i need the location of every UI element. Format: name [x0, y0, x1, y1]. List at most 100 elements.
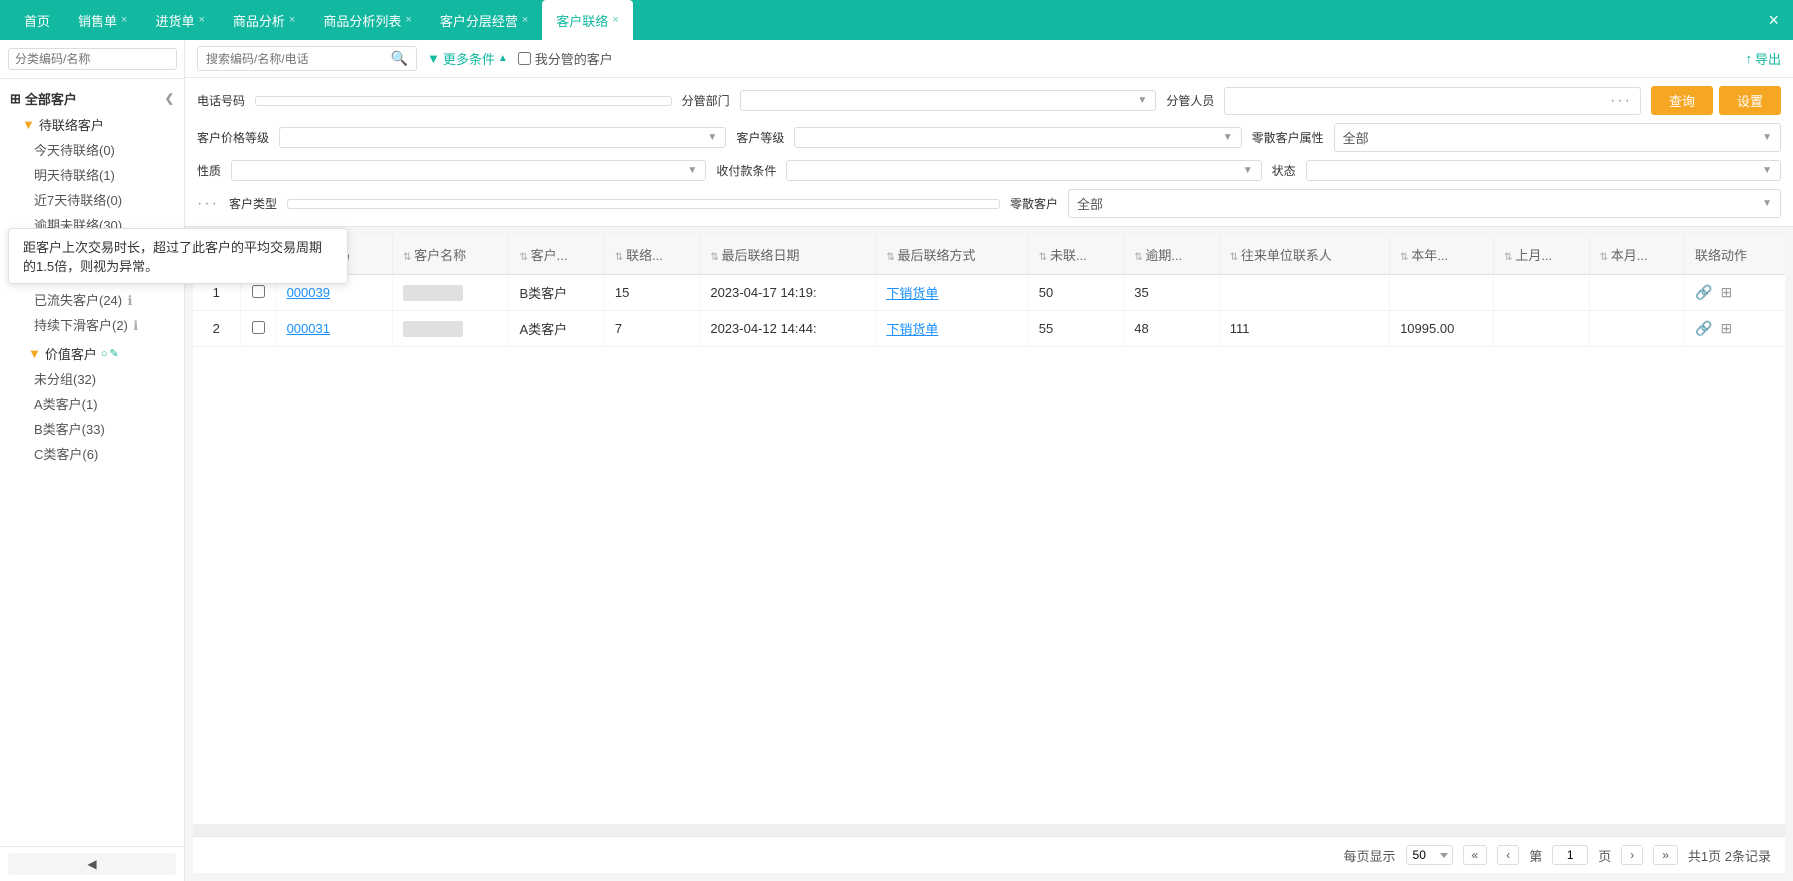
row-2-grid-icon[interactable]: ⊞	[1720, 320, 1732, 337]
filter-row-2: 客户价格等级 ▼ 客户等级 ▼ 零散客户属性 全部 ▼	[197, 123, 1781, 152]
last-page-button[interactable]: »	[1653, 845, 1678, 865]
row-1-name[interactable]	[393, 275, 509, 311]
th-last-contact-method[interactable]: 最后联络方式	[876, 235, 1028, 275]
export-button[interactable]: ↑ 导出	[1745, 49, 1781, 68]
row-2-name[interactable]	[393, 311, 509, 347]
gender-select[interactable]: ▼	[231, 160, 706, 181]
price-level-select[interactable]: ▼	[279, 127, 726, 148]
edit-value-icon[interactable]: ○	[101, 348, 108, 360]
sidebar-item-c-class[interactable]: C类客户(6)	[14, 441, 184, 466]
table-header-row: ⚙ 客户编码 客户名称 客户...	[193, 235, 1785, 275]
nav-customer-segment[interactable]: 客户分层经营 ×	[426, 0, 542, 40]
next-page-button[interactable]: ›	[1621, 845, 1643, 865]
filter-search-container: 🔍	[197, 46, 417, 71]
more-conditions-btn[interactable]: ▼ 更多条件 ▲	[427, 49, 508, 68]
customer-type-select[interactable]	[287, 199, 1000, 209]
per-page-label: 每页显示	[1344, 846, 1396, 865]
prev-page-button[interactable]: ‹	[1497, 845, 1519, 865]
settings-button[interactable]: 设置	[1719, 86, 1781, 115]
th-last-contact-date[interactable]: 最后联络日期	[700, 235, 876, 275]
status-select[interactable]: ▼	[1306, 160, 1781, 181]
filter-search-icon[interactable]: 🔍	[391, 50, 408, 67]
retail-attr-select[interactable]: 全部 ▼	[1334, 123, 1781, 152]
sidebar-item-today[interactable]: 今天待联络(0)	[14, 137, 184, 162]
dept-select[interactable]: ▼	[740, 90, 1157, 111]
content-area: 🔍 ▼ 更多条件 ▲ 我分管的客户 ↑ 导出 电话号码	[185, 40, 1793, 881]
th-this-month[interactable]: 本月...	[1589, 235, 1684, 275]
page-input[interactable]	[1552, 845, 1588, 865]
first-page-button[interactable]: «	[1463, 845, 1488, 865]
sidebar-pending-header[interactable]: ▼ 待联络客户	[14, 112, 184, 137]
th-uncontacted[interactable]: 未联...	[1028, 235, 1123, 275]
nav-home[interactable]: 首页	[10, 0, 64, 40]
row-1-link-icon[interactable]: 🔗	[1695, 284, 1712, 301]
manager-dots[interactable]: ···	[1610, 92, 1632, 110]
row-2-link-icon[interactable]: 🔗	[1695, 320, 1712, 337]
th-name[interactable]: 客户名称	[393, 235, 509, 275]
row-1-history	[1219, 275, 1389, 311]
nav-sales-close[interactable]: ×	[121, 14, 127, 26]
gender-label: 性质	[197, 162, 221, 179]
my-customers-checkbox[interactable]	[518, 52, 531, 65]
row-2-select[interactable]	[252, 321, 265, 334]
payment-select[interactable]: ▼	[786, 160, 1261, 181]
th-history-contact[interactable]: 往来单位联系人	[1219, 235, 1389, 275]
sidebar-item-7days[interactable]: 近7天待联络(0)	[14, 187, 184, 212]
row-2-last-method[interactable]: 下销货单	[876, 311, 1028, 347]
nav-product-analysis-list-close[interactable]: ×	[405, 14, 411, 26]
my-customers-checkbox-label[interactable]: 我分管的客户	[518, 49, 613, 68]
sidebar-collapse-icon[interactable]: ❮	[165, 92, 174, 105]
sidebar-all-customers[interactable]: ⊞ 全部客户 ❮	[0, 85, 184, 112]
sidebar-item-tomorrow[interactable]: 明天待联络(1)	[14, 162, 184, 187]
payment-chevron-icon: ▼	[1243, 165, 1253, 176]
sidebar-item-churned[interactable]: 已流失客户(24) ℹ	[14, 287, 184, 312]
horizontal-scrollbar[interactable]	[193, 824, 1785, 836]
sidebar-collapse-button[interactable]: ◀	[8, 853, 176, 875]
per-page-select[interactable]: 50 20 100	[1406, 845, 1453, 865]
sidebar-search-container: 🔍	[0, 40, 184, 79]
nav-product-analysis-list[interactable]: 商品分析列表 ×	[309, 0, 425, 40]
row-2-code[interactable]: 000031	[276, 311, 392, 347]
th-action: 联络动作	[1685, 235, 1785, 275]
phone-input[interactable]	[255, 96, 672, 106]
sidebar-item-ungroup[interactable]: 未分组(32)	[14, 366, 184, 391]
nav-product-analysis[interactable]: 商品分析 ×	[219, 0, 309, 40]
sidebar-bottom: ◀	[0, 846, 184, 881]
th-overdue[interactable]: 逾期...	[1124, 235, 1219, 275]
nav-customer-contact-close[interactable]: ×	[612, 14, 618, 26]
nav-purchase[interactable]: 进货单 ×	[141, 0, 218, 40]
nav-purchase-close[interactable]: ×	[198, 14, 204, 26]
sidebar-value-header[interactable]: ▼ 价值客户 ○ ✎	[14, 341, 184, 366]
th-contact[interactable]: 联络...	[604, 235, 699, 275]
row-1-grid-icon[interactable]: ⊞	[1720, 284, 1732, 301]
more-filter-dots[interactable]: ···	[197, 195, 219, 213]
sidebar-item-declining[interactable]: 持续下滑客户(2) ℹ	[14, 312, 184, 337]
status-label: 状态	[1272, 162, 1296, 179]
filter-search-input[interactable]	[206, 52, 391, 66]
row-1-select[interactable]	[252, 285, 265, 298]
sidebar-search-input[interactable]	[8, 48, 177, 70]
tooltip-popup: 距客户上次交易时长，超过了此客户的平均交易周期的1.5倍，则视为异常。	[8, 228, 348, 284]
nav-customer-segment-close[interactable]: ×	[522, 14, 528, 26]
sidebar-item-b-class[interactable]: B类客户(33)	[14, 416, 184, 441]
row-2-overdue: 48	[1124, 311, 1219, 347]
manager-select[interactable]: ···	[1224, 87, 1641, 115]
query-button[interactable]: 查询	[1651, 86, 1713, 115]
nav-sales[interactable]: 销售单 ×	[64, 0, 141, 40]
nav-product-analysis-close[interactable]: ×	[289, 14, 295, 26]
nav-customer-contact[interactable]: 客户联络 ×	[542, 0, 632, 40]
row-2-checkbox[interactable]	[240, 311, 276, 347]
advanced-filters: 电话号码 分管部门 ▼ 分管人员 ··· 查询 设置	[185, 78, 1793, 227]
th-type[interactable]: 客户...	[509, 235, 604, 275]
sidebar-item-a-class[interactable]: A类客户(1)	[14, 391, 184, 416]
window-close-button[interactable]: ×	[1768, 10, 1793, 31]
table-body: 1 000039 B类客户 15 2023-04-17 14:19:	[193, 275, 1785, 347]
data-table-wrapper: ⚙ 客户编码 客户名称 客户...	[193, 235, 1785, 824]
price-level-chevron-icon: ▼	[707, 132, 717, 143]
customer-level-select[interactable]: ▼	[794, 127, 1241, 148]
row-1-last-method[interactable]: 下销货单	[876, 275, 1028, 311]
th-this-year[interactable]: 本年...	[1390, 235, 1494, 275]
add-value-icon[interactable]: ✎	[110, 347, 119, 360]
th-last-month[interactable]: 上月...	[1494, 235, 1589, 275]
retail-customer-select[interactable]: 全部 ▼	[1068, 189, 1781, 218]
